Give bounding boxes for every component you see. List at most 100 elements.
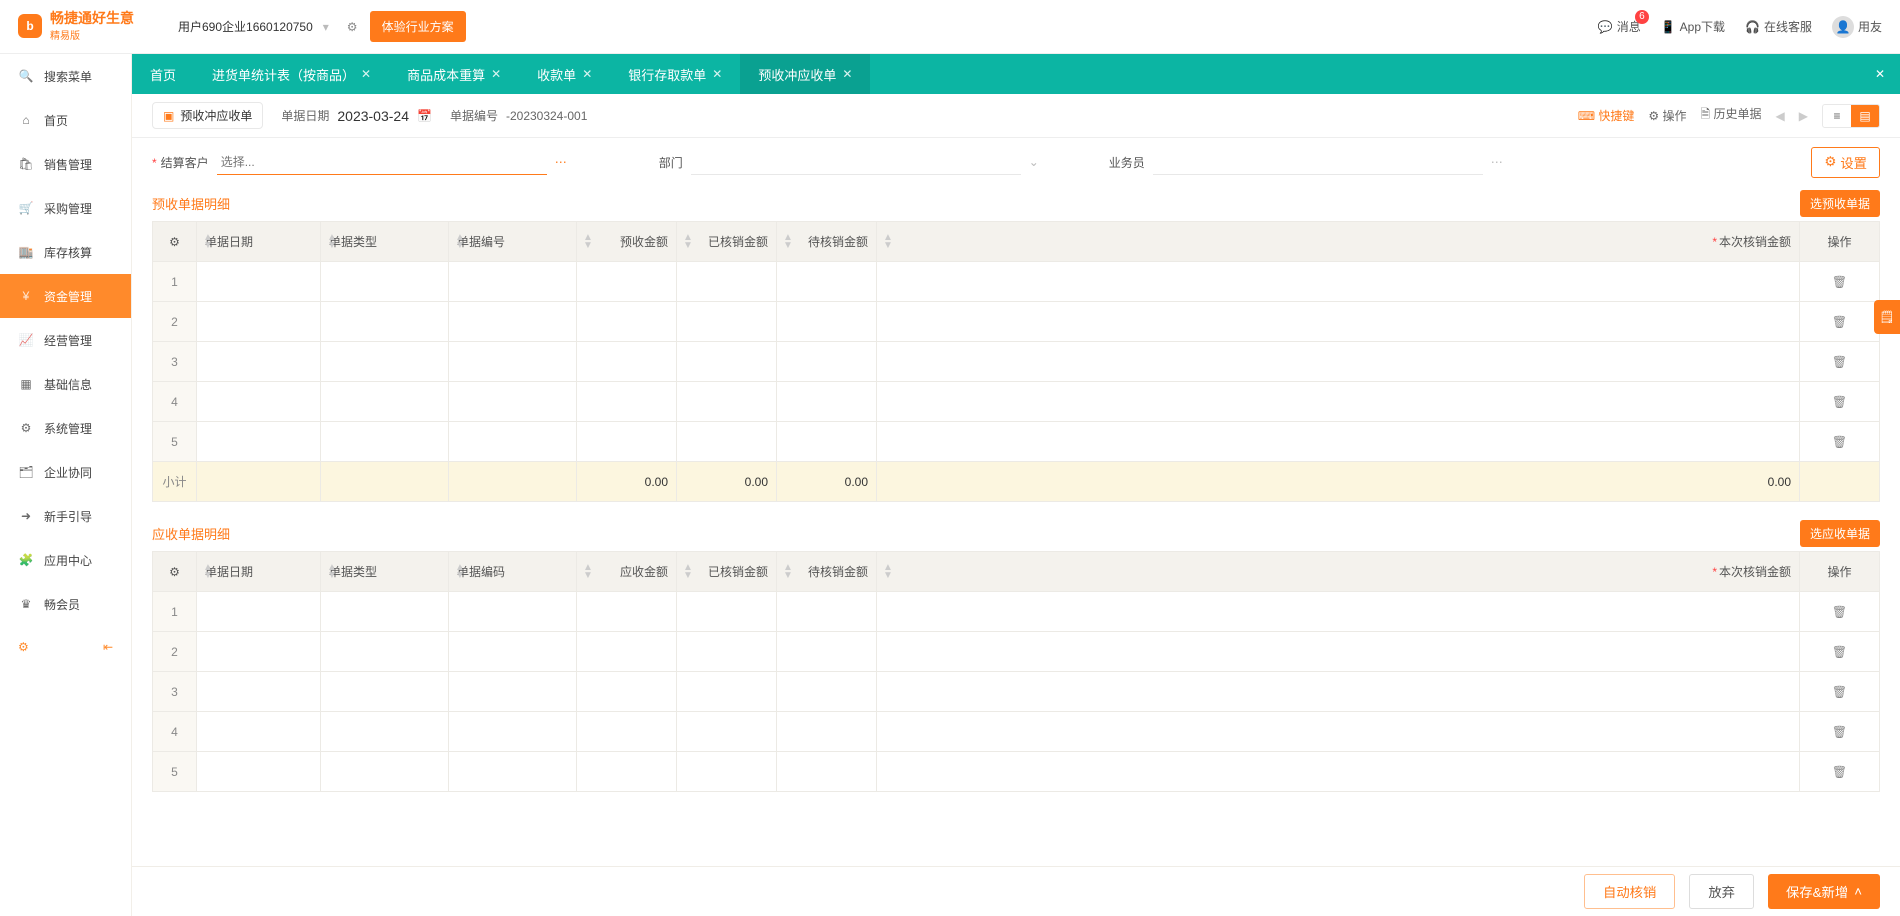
col-code[interactable]: ▲▼单据编码 bbox=[449, 552, 577, 592]
sidebar-item[interactable]: ⚙系统管理 bbox=[0, 406, 131, 450]
history-link[interactable]: 🗎 历史单据 bbox=[1701, 105, 1762, 126]
col-pending[interactable]: ▲▼待核销金额 bbox=[777, 552, 877, 592]
view-form-icon[interactable]: ▤ bbox=[1851, 105, 1879, 127]
col-date[interactable]: ▲▼单据日期 bbox=[197, 552, 321, 592]
sidebar-icon: 🧩 bbox=[18, 553, 34, 567]
try-solution-button[interactable]: 体验行业方案 bbox=[370, 11, 466, 42]
col-done[interactable]: ▲▼已核销金额 bbox=[677, 222, 777, 262]
tab[interactable]: 首页 bbox=[132, 54, 194, 94]
auto-writeoff-button[interactable]: 自动核销 bbox=[1584, 874, 1675, 909]
sales-input[interactable] bbox=[1153, 149, 1483, 175]
close-icon[interactable]: ✕ bbox=[491, 67, 501, 81]
sidebar-item[interactable]: 📈经营管理 bbox=[0, 318, 131, 362]
delete-row-icon[interactable]: 🗑 bbox=[1800, 712, 1880, 752]
table-row[interactable]: 3🗑 bbox=[153, 342, 1880, 382]
close-icon[interactable]: ✕ bbox=[582, 67, 592, 81]
view-list-icon[interactable]: ≡ bbox=[1823, 105, 1851, 127]
col-type[interactable]: ▲▼单据类型 bbox=[321, 222, 449, 262]
calendar-icon[interactable]: 📅 bbox=[417, 109, 432, 123]
sidebar-item[interactable]: 🔍搜索菜单 bbox=[0, 54, 131, 98]
col-config-icon[interactable]: ⚙ bbox=[153, 222, 197, 262]
doc-date-value[interactable]: 2023-03-24 bbox=[337, 108, 409, 124]
tab[interactable]: 商品成本重算✕ bbox=[389, 54, 519, 94]
sidebar-item[interactable]: ♛畅会员 bbox=[0, 582, 131, 626]
col-prepay[interactable]: ▲▼预收金额 bbox=[577, 222, 677, 262]
select-receivable-button[interactable]: 选应收单据 bbox=[1800, 520, 1880, 547]
sidebar-item[interactable]: 🛒采购管理 bbox=[0, 186, 131, 230]
delete-row-icon[interactable]: 🗑 bbox=[1800, 342, 1880, 382]
settings-button[interactable]: ⚙设置 bbox=[1811, 147, 1880, 178]
sidebar-item[interactable]: ¥资金管理 bbox=[0, 274, 131, 318]
table-row[interactable]: 5🗑 bbox=[153, 422, 1880, 462]
delete-row-icon[interactable]: 🗑 bbox=[1800, 382, 1880, 422]
dept-input[interactable] bbox=[691, 149, 1021, 175]
col-code[interactable]: ▲▼单据编号 bbox=[449, 222, 577, 262]
table-row[interactable]: 1🗑 bbox=[153, 592, 1880, 632]
operate-link[interactable]: ⚙ 操作 bbox=[1648, 107, 1686, 124]
next-icon[interactable]: ▶ bbox=[1799, 109, 1808, 123]
close-icon[interactable]: ✕ bbox=[712, 67, 722, 81]
select-prepay-button[interactable]: 选预收单据 bbox=[1800, 190, 1880, 217]
col-done[interactable]: ▲▼已核销金额 bbox=[677, 552, 777, 592]
table-row[interactable]: 5🗑 bbox=[153, 752, 1880, 792]
table-row[interactable]: 2🗑 bbox=[153, 302, 1880, 342]
messages-link[interactable]: 💬 消息 6 bbox=[1598, 18, 1641, 35]
table-row[interactable]: 3🗑 bbox=[153, 672, 1880, 712]
delete-row-icon[interactable]: 🗑 bbox=[1800, 672, 1880, 712]
col-type[interactable]: ▲▼单据类型 bbox=[321, 552, 449, 592]
col-this[interactable]: ▲▼本次核销金额 bbox=[877, 222, 1800, 262]
collapse-icon[interactable]: ⇤ bbox=[103, 640, 113, 654]
col-receivable[interactable]: ▲▼应收金额 bbox=[577, 552, 677, 592]
shortcut-link[interactable]: ⌨ 快捷键 bbox=[1578, 107, 1635, 124]
close-icon[interactable]: ✕ bbox=[842, 67, 852, 81]
delete-row-icon[interactable]: 🗑 bbox=[1800, 632, 1880, 672]
col-this[interactable]: ▲▼本次核销金额 bbox=[877, 552, 1800, 592]
sidebar-item[interactable]: 🧩应用中心 bbox=[0, 538, 131, 582]
tab[interactable]: 进货单统计表（按商品）✕ bbox=[194, 54, 389, 94]
save-new-button[interactable]: 保存&新增˄ bbox=[1768, 874, 1880, 909]
sidebar-item[interactable]: ▦基础信息 bbox=[0, 362, 131, 406]
side-float-button[interactable]: 🗒 bbox=[1874, 300, 1900, 334]
delete-row-icon[interactable]: 🗑 bbox=[1800, 422, 1880, 462]
subtotal-row: 小计0.000.000.000.00 bbox=[153, 462, 1880, 502]
brand-logo[interactable]: b 畅捷通好生意 精易版 bbox=[18, 11, 148, 41]
sidebar-item[interactable]: 🛍销售管理 bbox=[0, 142, 131, 186]
settings-icon[interactable]: ⚙ bbox=[18, 640, 29, 654]
sidebar: 🔍搜索菜单⌂首页🛍销售管理🛒采购管理🏬库存核算¥资金管理📈经营管理▦基础信息⚙系… bbox=[0, 54, 132, 916]
close-icon[interactable]: ✕ bbox=[361, 67, 371, 81]
table-row[interactable]: 1🗑 bbox=[153, 262, 1880, 302]
delete-row-icon[interactable]: 🗑 bbox=[1800, 302, 1880, 342]
customer-picker-icon[interactable]: ⋯ bbox=[555, 155, 569, 169]
tab[interactable]: 收款单 ✕ bbox=[519, 54, 610, 94]
customer-input[interactable] bbox=[217, 149, 547, 175]
sidebar-item[interactable]: 🗂企业协同 bbox=[0, 450, 131, 494]
tenant-settings-icon[interactable]: ⚙ bbox=[347, 20, 358, 34]
delete-row-icon[interactable]: 🗑 bbox=[1800, 592, 1880, 632]
col-config-icon[interactable]: ⚙ bbox=[153, 552, 197, 592]
phone-icon: 📱 bbox=[1661, 20, 1676, 34]
chevron-down-icon[interactable]: ⌄ bbox=[1029, 155, 1039, 169]
delete-row-icon[interactable]: 🗑 bbox=[1800, 752, 1880, 792]
prev-icon[interactable]: ◀ bbox=[1776, 109, 1785, 123]
sidebar-item[interactable]: 🏬库存核算 bbox=[0, 230, 131, 274]
tab[interactable]: 预收冲应收单✕ bbox=[740, 54, 870, 94]
col-date[interactable]: ▲▼单据日期 bbox=[197, 222, 321, 262]
tenant-selector[interactable]: 用户690企业1660120750 ▾ bbox=[178, 18, 329, 35]
table-row[interactable]: 4🗑 bbox=[153, 712, 1880, 752]
document-title-tab[interactable]: ▣ 预收冲应收单 bbox=[152, 102, 263, 129]
sales-picker-icon[interactable]: ⋯ bbox=[1491, 155, 1505, 169]
user-menu[interactable]: 👤 用友 bbox=[1832, 16, 1882, 38]
sidebar-footer: ⚙ ⇤ bbox=[0, 626, 131, 668]
table-row[interactable]: 2🗑 bbox=[153, 632, 1880, 672]
col-pending[interactable]: ▲▼待核销金额 bbox=[777, 222, 877, 262]
sidebar-item[interactable]: ➜新手引导 bbox=[0, 494, 131, 538]
tab-label: 收款单 bbox=[537, 65, 576, 84]
tab[interactable]: 银行存取款单✕ bbox=[610, 54, 740, 94]
abandon-button[interactable]: 放弃 bbox=[1689, 874, 1754, 909]
support-link[interactable]: 🎧 在线客服 bbox=[1745, 18, 1812, 35]
delete-row-icon[interactable]: 🗑 bbox=[1800, 262, 1880, 302]
app-download-link[interactable]: 📱 App下载 bbox=[1661, 18, 1725, 35]
sidebar-item[interactable]: ⌂首页 bbox=[0, 98, 131, 142]
close-all-tabs[interactable]: ✕ bbox=[1860, 54, 1900, 94]
table-row[interactable]: 4🗑 bbox=[153, 382, 1880, 422]
